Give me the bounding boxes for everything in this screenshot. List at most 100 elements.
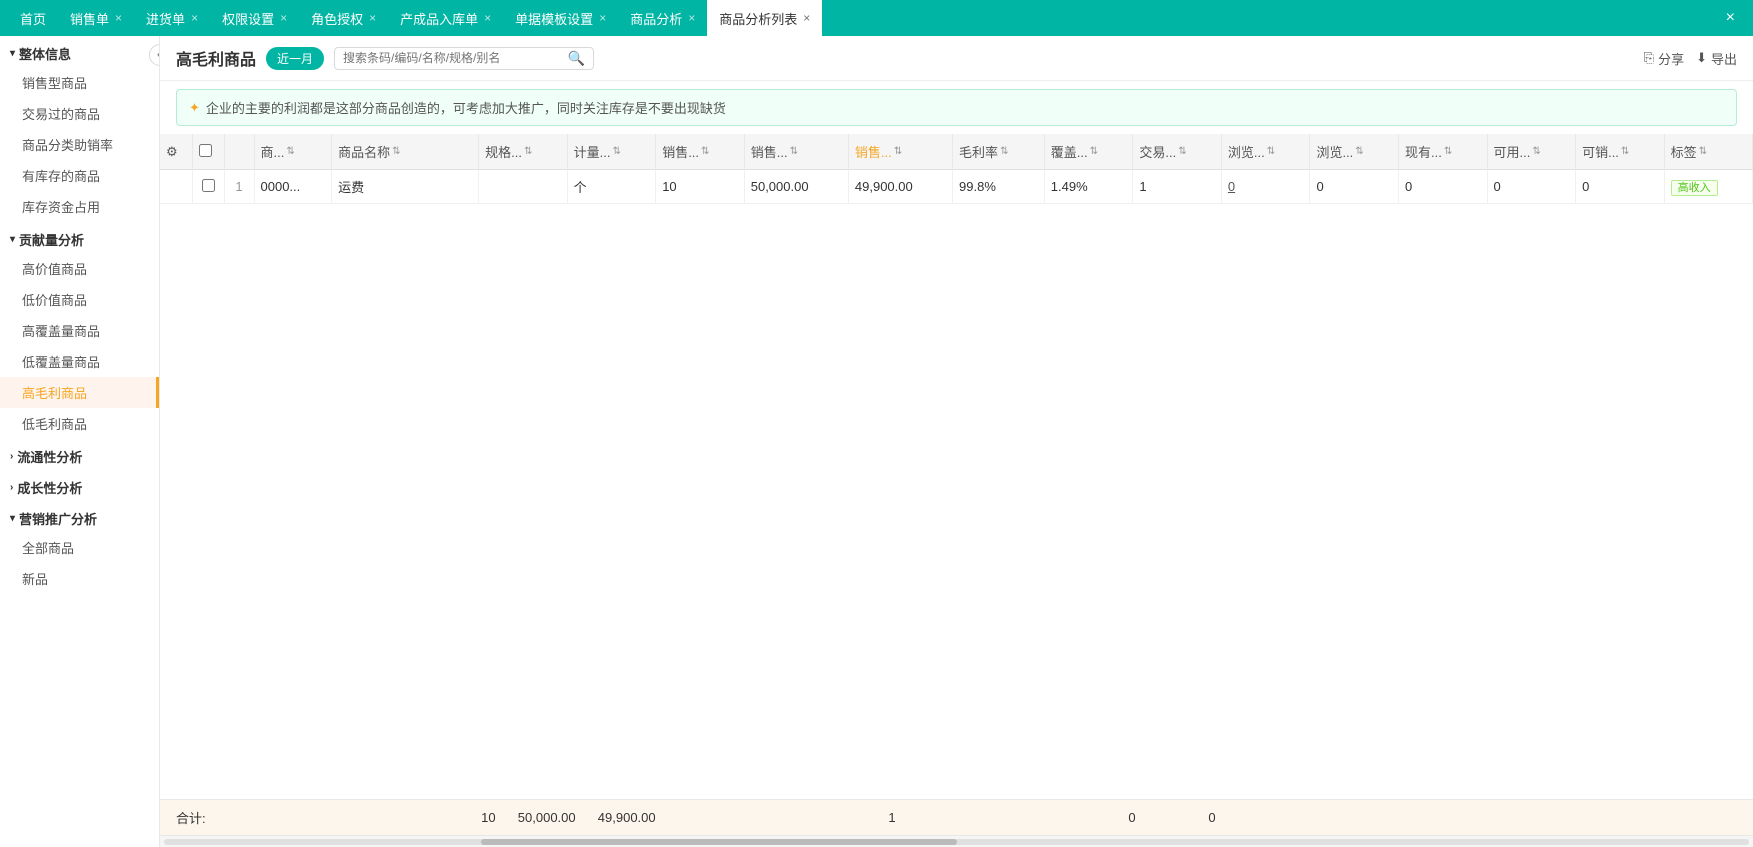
row-sale-qty: 10 (656, 170, 745, 204)
close-all-button[interactable]: × (1716, 9, 1745, 27)
row-tag: 高收入 (1664, 170, 1752, 204)
sidebar-item-high-coverage[interactable]: 高覆盖量商品 (0, 315, 159, 346)
nav-roles[interactable]: 角色授权 × (299, 0, 388, 36)
share-button[interactable]: ⎘ 分享 (1644, 49, 1684, 68)
sidebar-item-traded-goods[interactable]: 交易过的商品 (0, 98, 159, 129)
col-current-stock[interactable]: 现有... ⇅ (1398, 134, 1487, 170)
sort-icon: ⇅ (1699, 146, 1707, 157)
sidebar: « ▾ 整体信息 销售型商品 交易过的商品 商品分类助销率 有库存的商品 库存资… (0, 36, 160, 847)
header-actions: ⎘ 分享 ⬇ 导出 (1644, 49, 1737, 68)
sidebar-group-overall[interactable]: ▾ 整体信息 (0, 36, 159, 67)
row-name: 运费 (332, 170, 479, 204)
col-coverage[interactable]: 覆盖... ⇅ (1044, 134, 1133, 170)
sidebar-group-growth[interactable]: › 成长性分析 (0, 470, 159, 501)
sort-icon: ⇅ (790, 146, 798, 157)
sidebar-item-stocked-goods[interactable]: 有库存的商品 (0, 160, 159, 191)
sidebar-item-low-value[interactable]: 低价值商品 (0, 284, 159, 315)
export-button[interactable]: ⬇ 导出 (1696, 49, 1737, 68)
search-icon[interactable]: 🔍 (568, 50, 585, 67)
col-trade[interactable]: 交易... ⇅ (1133, 134, 1222, 170)
row-code: 0000... (254, 170, 332, 204)
page-title: 高毛利商品 (176, 46, 256, 70)
export-icon: ⬇ (1696, 50, 1707, 66)
sort-icon: ⇅ (701, 146, 709, 157)
sort-icon: ⇅ (894, 146, 902, 157)
nav-purchase[interactable]: 进货单 × (134, 0, 210, 36)
close-icon[interactable]: × (369, 11, 376, 25)
row-sellable: 0 (1576, 170, 1665, 204)
chevron-down-icon: ▾ (10, 48, 15, 59)
sort-icon: ⇅ (1355, 146, 1363, 157)
select-all-checkbox[interactable] (199, 144, 212, 157)
close-icon[interactable]: × (115, 11, 122, 25)
nav-home[interactable]: 首页 (8, 0, 58, 36)
info-icon: ✦ (189, 100, 200, 116)
col-name[interactable]: 商品名称 ⇅ (332, 134, 479, 170)
sort-icon: ⇅ (1090, 146, 1098, 157)
scrollbar-track (164, 839, 1749, 845)
nav-product-analysis[interactable]: 商品分析 × (618, 0, 707, 36)
row-checkbox[interactable] (192, 170, 224, 204)
scrollbar-thumb[interactable] (481, 839, 957, 845)
close-icon[interactable]: × (280, 11, 287, 25)
sort-icon: ⇅ (1000, 146, 1008, 157)
sidebar-item-stock-capital[interactable]: 库存资金占用 (0, 191, 159, 222)
nav-inbound[interactable]: 产成品入库单 × (388, 0, 503, 36)
row-num: 1 (224, 170, 254, 204)
sidebar-item-new-goods[interactable]: 新品 (0, 563, 159, 594)
col-checkbox (192, 134, 224, 170)
col-browse2[interactable]: 浏览... ⇅ (1310, 134, 1399, 170)
sidebar-item-sales-goods[interactable]: 销售型商品 (0, 67, 159, 98)
col-gross-rate[interactable]: 毛利率 ⇅ (953, 134, 1045, 170)
col-sale-amt[interactable]: 销售... ⇅ (744, 134, 848, 170)
col-spec[interactable]: 规格... ⇅ (479, 134, 568, 170)
main-layout: « ▾ 整体信息 销售型商品 交易过的商品 商品分类助销率 有库存的商品 库存资… (0, 36, 1753, 847)
nav-product-analysis-list[interactable]: 商品分析列表 × (707, 0, 822, 36)
close-icon[interactable]: × (599, 11, 606, 25)
close-icon[interactable]: × (803, 11, 810, 25)
chevron-right-icon: › (10, 451, 13, 462)
search-input[interactable] (343, 51, 568, 65)
sidebar-item-low-coverage[interactable]: 低覆盖量商品 (0, 346, 159, 377)
footer-label: 合计: (176, 808, 206, 827)
chevron-down-icon: ▾ (10, 234, 15, 245)
col-sale-cost[interactable]: 销售... ⇅ (848, 134, 952, 170)
col-settings[interactable]: ⚙ (160, 134, 192, 170)
col-browse1[interactable]: 浏览... ⇅ (1221, 134, 1310, 170)
chevron-right-icon: › (10, 482, 13, 493)
footer-sale-qty: 10 (426, 810, 506, 825)
row-browse1[interactable]: 0 (1221, 170, 1310, 204)
col-sellable[interactable]: 可销... ⇅ (1576, 134, 1665, 170)
info-banner: ✦ 企业的主要的利润都是这部分商品创造的，可考虑加大推广，同时关注库存是不要出现… (176, 89, 1737, 126)
table-container: ⚙ 商... ⇅ (160, 134, 1753, 799)
sidebar-group-contribution[interactable]: ▾ 贡献量分析 (0, 222, 159, 253)
horizontal-scrollbar[interactable] (160, 835, 1753, 847)
sidebar-group-liquidity[interactable]: › 流通性分析 (0, 439, 159, 470)
filter-recent-month-button[interactable]: 近一月 (266, 47, 324, 70)
nav-template[interactable]: 单据模板设置 × (503, 0, 618, 36)
close-icon[interactable]: × (688, 11, 695, 25)
nav-sales[interactable]: 销售单 × (58, 0, 134, 36)
nav-permissions[interactable]: 权限设置 × (210, 0, 299, 36)
sidebar-item-category-rate[interactable]: 商品分类助销率 (0, 129, 159, 160)
col-tag[interactable]: 标签 ⇅ (1664, 134, 1752, 170)
sidebar-item-all-goods[interactable]: 全部商品 (0, 532, 159, 563)
search-box: 🔍 (334, 47, 594, 70)
sidebar-group-marketing[interactable]: ▾ 营销推广分析 (0, 501, 159, 532)
col-code[interactable]: 商... ⇅ (254, 134, 332, 170)
close-icon[interactable]: × (484, 11, 491, 25)
row-settings (160, 170, 192, 204)
table-footer: 合计: 10 50,000.00 49,900.00 1 0 0 (160, 799, 1753, 835)
col-unit[interactable]: 计量... ⇅ (567, 134, 656, 170)
chevron-down-icon: ▾ (10, 513, 15, 524)
sidebar-item-high-margin[interactable]: 高毛利商品 (0, 377, 159, 408)
sort-icon: ⇅ (1621, 146, 1629, 157)
sidebar-item-high-value[interactable]: 高价值商品 (0, 253, 159, 284)
row-unit: 个 (567, 170, 656, 204)
col-sale-qty[interactable]: 销售... ⇅ (656, 134, 745, 170)
footer-available: 0 (1146, 810, 1226, 825)
close-icon[interactable]: × (191, 11, 198, 25)
sidebar-item-low-margin[interactable]: 低毛利商品 (0, 408, 159, 439)
settings-icon[interactable]: ⚙ (166, 144, 178, 159)
col-available[interactable]: 可用... ⇅ (1487, 134, 1576, 170)
